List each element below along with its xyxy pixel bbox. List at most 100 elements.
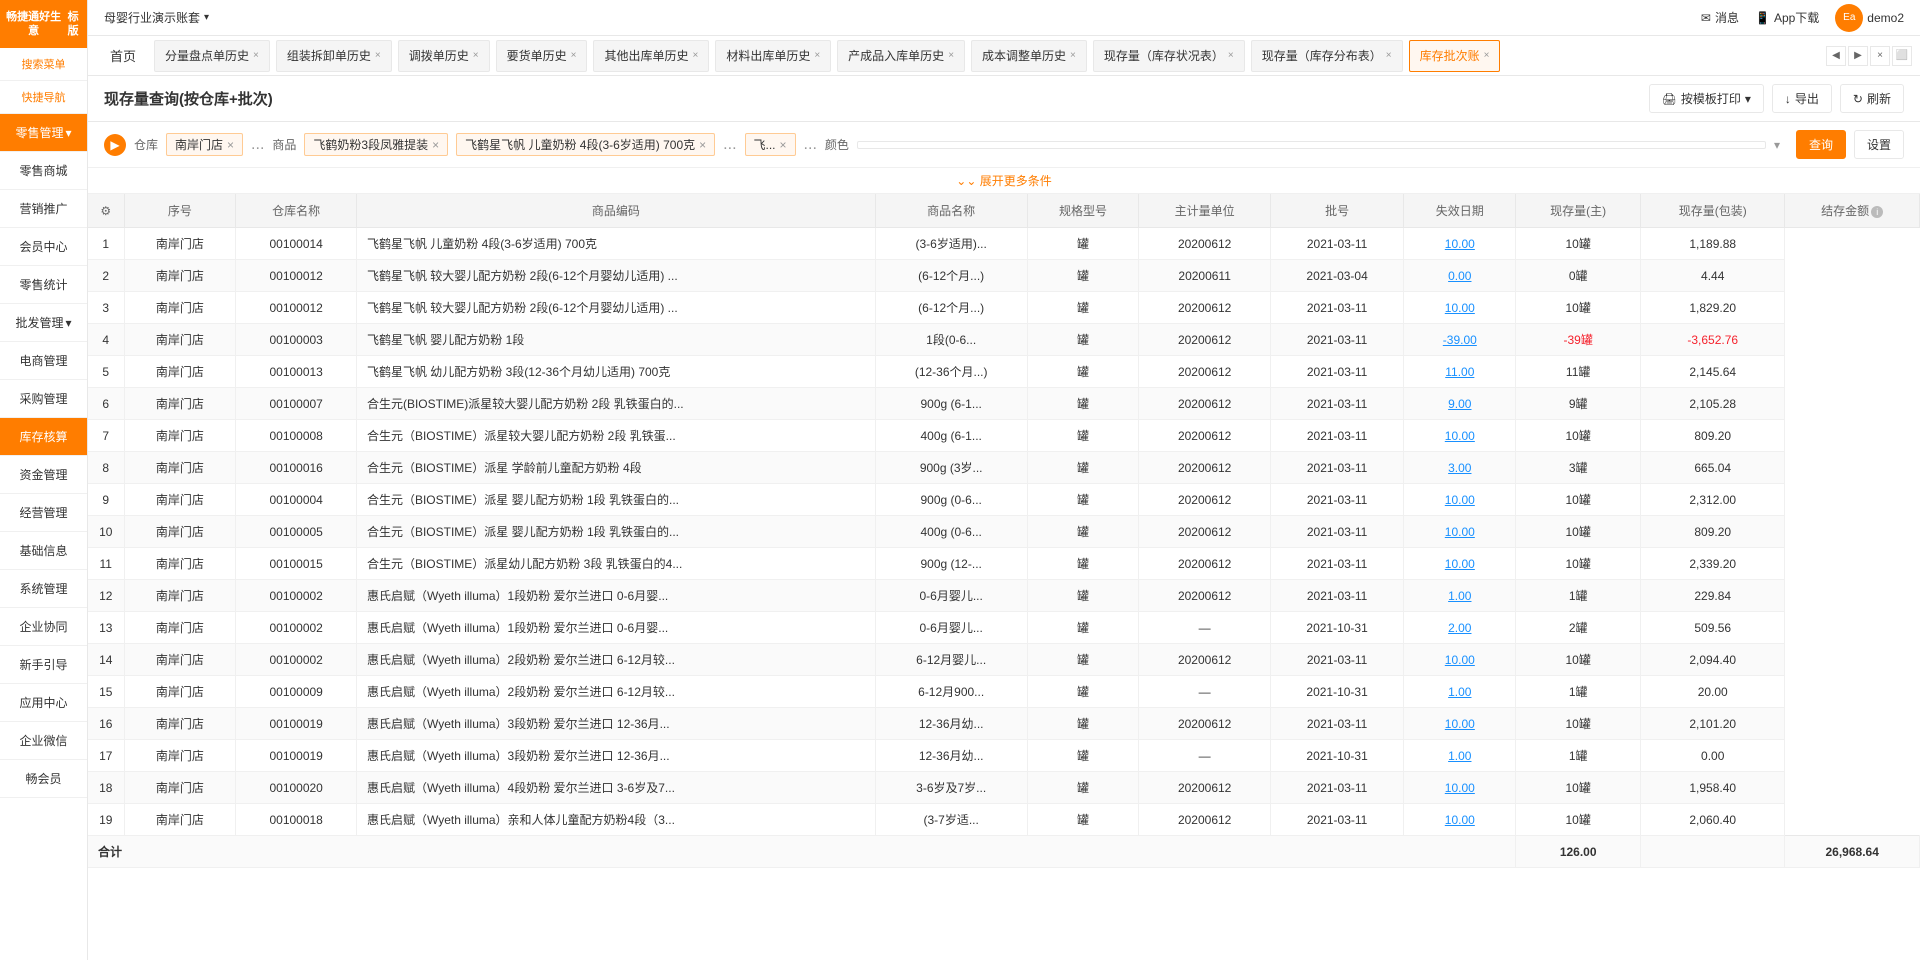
cell-stock-main[interactable]: 10.00 <box>1404 708 1516 740</box>
sidebar-item-system[interactable]: 系统管理 <box>0 570 87 608</box>
cell-stock-main[interactable]: 10.00 <box>1404 292 1516 324</box>
cell-stock-main[interactable]: 11.00 <box>1404 356 1516 388</box>
warehouse-more-dots[interactable]: ... <box>251 136 264 154</box>
cell-stock-main[interactable]: 10.00 <box>1404 420 1516 452</box>
sidebar-item-guide[interactable]: 新手引导 <box>0 646 87 684</box>
settings-button[interactable]: 设置 <box>1854 130 1904 159</box>
cell-stock-main[interactable]: 0.00 <box>1404 260 1516 292</box>
message-button[interactable]: ✉ 消息 <box>1701 9 1739 26</box>
tab-batch-bill[interactable]: 库存批次账 × <box>1409 40 1501 72</box>
sidebar-item-retail-stats[interactable]: 零售统计 <box>0 266 87 304</box>
tab-scroll-left[interactable]: ◀ <box>1826 46 1846 66</box>
col-spec: 规格型号 <box>1027 194 1139 228</box>
tab-other-out[interactable]: 其他出库单历史 × <box>593 40 709 72</box>
cell-stock-main[interactable]: 10.00 <box>1404 228 1516 260</box>
sidebar-item-retail-shop[interactable]: 零售商城 <box>0 152 87 190</box>
col-settings[interactable]: ⚙ <box>88 194 124 228</box>
cell-stock-main[interactable]: 1.00 <box>1404 580 1516 612</box>
product-filter-more[interactable]: 飞... × <box>745 133 796 156</box>
tab-close-all[interactable]: × <box>1870 46 1890 66</box>
tab-inventory-status[interactable]: 现存量（库存状况表） × <box>1093 40 1245 72</box>
cell-warehouse: 南岸门店 <box>124 452 236 484</box>
tab-purchase-order[interactable]: 要货单历史 × <box>496 40 588 72</box>
sidebar-item-member-points[interactable]: 畅会员 <box>0 760 87 798</box>
tab-expand[interactable]: ⬜ <box>1892 46 1912 66</box>
cell-stock-main[interactable]: 10.00 <box>1404 804 1516 836</box>
tab-split-inventory[interactable]: 分量盘点单历史 × <box>154 40 270 72</box>
tab-mix-order[interactable]: 调拨单历史 × <box>398 40 490 72</box>
sidebar-search[interactable]: 搜索菜单 <box>0 48 87 81</box>
sidebar-item-marketing[interactable]: 营销推广 <box>0 190 87 228</box>
tab-material-out[interactable]: 材料出库单历史 × <box>715 40 831 72</box>
warehouse-filter-tag[interactable]: 南岸门店 × <box>166 133 243 156</box>
sidebar-item-basics[interactable]: 基础信息 <box>0 532 87 570</box>
tag-close-icon[interactable]: × <box>699 138 706 152</box>
tab-close-icon[interactable]: × <box>1386 50 1392 61</box>
product-extra-dots[interactable]: ... <box>804 136 817 154</box>
tab-close-icon[interactable]: × <box>1484 50 1490 61</box>
tab-cost-adjust[interactable]: 成本调整单历史 × <box>971 40 1087 72</box>
app-download-button[interactable]: 📱 App下载 <box>1755 9 1819 26</box>
tab-close-icon[interactable]: × <box>571 50 577 61</box>
color-filter-input[interactable] <box>857 141 1766 149</box>
tab-disassemble[interactable]: 组装拆卸单历史 × <box>276 40 392 72</box>
settings-icon[interactable]: ⚙ <box>100 204 111 218</box>
sidebar-item-enterprise[interactable]: 企业协同 <box>0 608 87 646</box>
account-selector[interactable]: 母婴行业演示账套 ▾ <box>104 9 209 26</box>
product-more-dots[interactable]: ... <box>723 136 736 154</box>
sidebar-item-wholesale[interactable]: 批发管理▾ <box>0 304 87 342</box>
balance-info-icon[interactable]: i <box>1871 206 1883 218</box>
tag-close-icon[interactable]: × <box>780 138 787 152</box>
cell-stock-main[interactable]: 3.00 <box>1404 452 1516 484</box>
cell-stock-pkg: 10罐 <box>1516 420 1641 452</box>
refresh-button[interactable]: ↻ 刷新 <box>1840 84 1904 113</box>
user-menu[interactable]: Ea demo2 <box>1835 4 1904 32</box>
query-button[interactable]: 查询 <box>1796 130 1846 159</box>
tab-close-icon[interactable]: × <box>473 50 479 61</box>
tab-close-icon[interactable]: × <box>814 50 820 61</box>
cell-product-code: 00100004 <box>236 484 357 516</box>
dropdown-arrow-icon[interactable]: ▾ <box>1774 138 1780 152</box>
product-filter-tag-1[interactable]: 飞鹤奶粉3段凤雅提装 × <box>304 133 448 156</box>
cell-stock-main[interactable]: 1.00 <box>1404 740 1516 772</box>
cell-stock-main[interactable]: 10.00 <box>1404 516 1516 548</box>
sidebar-item-inventory[interactable]: 库存核算 <box>0 418 87 456</box>
tag-close-icon[interactable]: × <box>432 138 439 152</box>
tab-product-in[interactable]: 产成品入库单历史 × <box>837 40 965 72</box>
product-filter-tag-2[interactable]: 飞鹤星飞帆 儿童奶粉 4段(3-6岁适用) 700克 × <box>456 133 715 156</box>
tab-inventory-dist[interactable]: 现存量（库存分布表） × <box>1251 40 1403 72</box>
cell-stock-main[interactable]: 10.00 <box>1404 548 1516 580</box>
tag-close-icon[interactable]: × <box>227 138 234 152</box>
sidebar-item-operations[interactable]: 经营管理 <box>0 494 87 532</box>
avatar: Ea <box>1835 4 1863 32</box>
cell-stock-main[interactable]: 10.00 <box>1404 644 1516 676</box>
sidebar-item-finance[interactable]: 资金管理 <box>0 456 87 494</box>
cell-stock-main[interactable]: 9.00 <box>1404 388 1516 420</box>
sidebar-item-member[interactable]: 会员中心 <box>0 228 87 266</box>
expand-more-button[interactable]: ⌄⌄ 展开更多条件 <box>956 174 1051 188</box>
cell-stock-main[interactable]: 10.00 <box>1404 772 1516 804</box>
tab-home[interactable]: 首页 <box>98 36 148 76</box>
export-button[interactable]: ↓ 导出 <box>1772 84 1832 113</box>
cell-no: 15 <box>88 676 124 708</box>
tab-close-icon[interactable]: × <box>1070 50 1076 61</box>
sidebar-item-retail-mgmt[interactable]: 零售管理▾ <box>0 114 87 152</box>
cell-stock-main[interactable]: 1.00 <box>1404 676 1516 708</box>
cell-stock-main[interactable]: 10.00 <box>1404 484 1516 516</box>
sidebar-item-enterprise-wechat[interactable]: 企业微信 <box>0 722 87 760</box>
cell-stock-main[interactable]: -39.00 <box>1404 324 1516 356</box>
sidebar-quick-nav[interactable]: 快捷导航 <box>0 81 87 114</box>
filter-expand-btn[interactable]: ▶ <box>104 134 126 156</box>
tab-close-icon[interactable]: × <box>375 50 381 61</box>
print-button[interactable]: 🖨 按模板打印 ▾ <box>1649 84 1764 113</box>
cell-stock-main[interactable]: 2.00 <box>1404 612 1516 644</box>
sidebar-item-ecommerce[interactable]: 电商管理 <box>0 342 87 380</box>
tab-close-icon[interactable]: × <box>253 50 259 61</box>
tab-close-icon[interactable]: × <box>948 50 954 61</box>
cell-spec: 1段(0-6... <box>875 324 1027 356</box>
sidebar-item-purchase[interactable]: 采购管理 <box>0 380 87 418</box>
tab-close-icon[interactable]: × <box>692 50 698 61</box>
tab-scroll-right[interactable]: ▶ <box>1848 46 1868 66</box>
sidebar-item-app-center[interactable]: 应用中心 <box>0 684 87 722</box>
tab-close-icon[interactable]: × <box>1228 50 1234 61</box>
